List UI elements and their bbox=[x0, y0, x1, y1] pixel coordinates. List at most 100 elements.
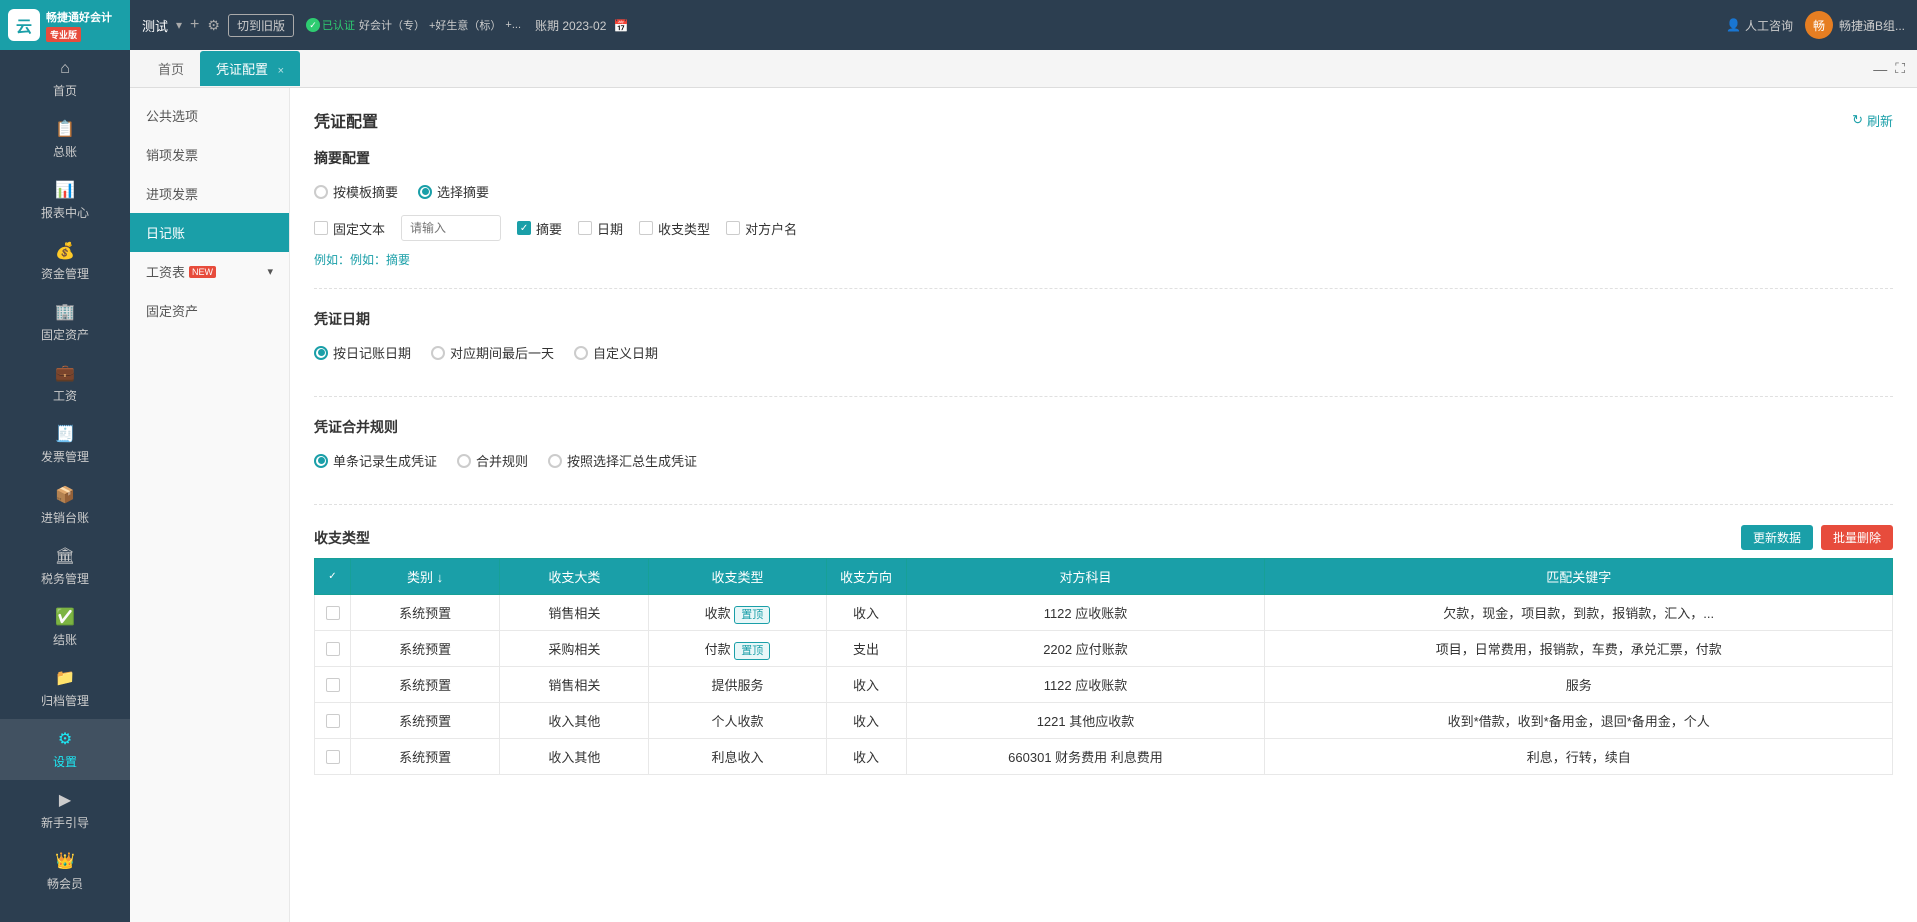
logo-sub-badge: 专业版 bbox=[46, 27, 81, 42]
topbar-version-button[interactable]: 切到旧版 bbox=[228, 14, 294, 37]
tab-home[interactable]: 首页 bbox=[142, 51, 200, 86]
merge-radio-single[interactable]: 单条记录生成凭证 bbox=[314, 451, 437, 470]
checkbox-date[interactable]: 日期 bbox=[578, 219, 623, 238]
summary-section: 摘要配置 按模板摘要 选择摘要 bbox=[314, 148, 1893, 289]
sidebar-label-tax: 税务管理 bbox=[41, 570, 89, 587]
row-checkbox-3[interactable] bbox=[315, 703, 351, 739]
topbar-user-btn[interactable]: 畅 畅捷通B组... bbox=[1805, 11, 1905, 39]
th-big-category: 收支大类 bbox=[500, 559, 649, 595]
batch-delete-btn[interactable]: 批量删除 bbox=[1821, 525, 1893, 550]
sidebar-item-ledger[interactable]: 📋 总账 bbox=[0, 109, 130, 170]
left-nav-item-public[interactable]: 公共选项 bbox=[130, 96, 289, 135]
tab-close-btn[interactable]: × bbox=[278, 65, 284, 77]
row-check-box-1[interactable] bbox=[326, 642, 340, 656]
th-keywords: 匹配关键字 bbox=[1265, 559, 1893, 595]
refresh-btn[interactable]: ↻ 刷新 bbox=[1852, 111, 1893, 130]
sidebar-item-assets[interactable]: 🏢 固定资产 bbox=[0, 292, 130, 353]
date-radio-last-day[interactable]: 对应期间最后一天 bbox=[431, 343, 554, 362]
row-check-box-2[interactable] bbox=[326, 678, 340, 692]
summary-radio-template[interactable]: 按模板摘要 bbox=[314, 182, 398, 201]
row-subject-4: 660301 财务费用 利息费用 bbox=[906, 739, 1265, 775]
tab-voucher-config[interactable]: 凭证配置 × bbox=[200, 51, 300, 86]
merge-radio-circle-1 bbox=[314, 454, 328, 468]
table-section-header: 收支类型 更新数据 批量删除 bbox=[314, 525, 1893, 550]
left-nav-item-journal[interactable]: 日记账 bbox=[130, 213, 289, 252]
checkbox-income-type-box bbox=[639, 221, 653, 235]
topbar-gear-icon[interactable]: ⚙ bbox=[207, 17, 220, 34]
checkbox-income-type[interactable]: 收支类型 bbox=[639, 219, 710, 238]
summary-radio-select[interactable]: 选择摘要 bbox=[418, 182, 489, 201]
sidebar-label-home: 首页 bbox=[53, 82, 77, 99]
sidebar-items-container: ⌂ 首页 📋 总账 📊 报表中心 💰 资金管理 🏢 固定资产 💼 工资 🧾 发票… bbox=[0, 50, 130, 902]
sidebar-item-home[interactable]: ⌂ 首页 bbox=[0, 50, 130, 109]
sidebar-label-invoice: 发票管理 bbox=[41, 448, 89, 465]
sidebar-icon-archive: 📁 bbox=[55, 668, 75, 688]
checkbox-summary[interactable]: ✓ 摘要 bbox=[517, 219, 562, 238]
date-radio-custom[interactable]: 自定义日期 bbox=[574, 343, 658, 362]
left-nav-label-journal: 日记账 bbox=[146, 223, 185, 242]
sidebar-icon-tax: 🏛 bbox=[55, 546, 75, 566]
left-nav-item-payroll[interactable]: 工资表NEW▾ bbox=[130, 252, 289, 291]
checkbox-counterparty[interactable]: 对方户名 bbox=[726, 219, 797, 238]
sidebar-item-tax[interactable]: 🏛 税务管理 bbox=[0, 536, 130, 597]
sidebar-label-report: 报表中心 bbox=[41, 204, 89, 221]
sidebar-item-settings[interactable]: ⚙ 设置 bbox=[0, 719, 130, 780]
sidebar-item-salary[interactable]: 💼 工资 bbox=[0, 353, 130, 414]
sidebar-icon-invoice: 🧾 bbox=[55, 424, 75, 444]
topbar-consult-btn[interactable]: 👤 人工咨询 bbox=[1726, 17, 1793, 34]
type-tag-0[interactable]: 置顶 bbox=[734, 606, 770, 624]
topbar-tag-1: 好会计（专） bbox=[359, 17, 425, 33]
left-nav-item-fixed_assets[interactable]: 固定资产 bbox=[130, 291, 289, 330]
tab-actions: — ⛶ bbox=[1873, 60, 1905, 77]
update-data-btn[interactable]: 更新数据 bbox=[1741, 525, 1813, 550]
sidebar-label-fund: 资金管理 bbox=[41, 265, 89, 282]
row-checkbox-4[interactable] bbox=[315, 739, 351, 775]
sidebar-item-member[interactable]: 👑 畅会员 bbox=[0, 841, 130, 902]
topbar: 测试 ▾ + ⚙ 切到旧版 ✓ 已认证 好会计（专） +好生意（标） +... … bbox=[130, 0, 1917, 50]
date-radio-journal[interactable]: 按日记账日期 bbox=[314, 343, 411, 362]
row-check-box-0[interactable] bbox=[326, 606, 340, 620]
checkbox-fixed-text[interactable]: 固定文本 bbox=[314, 219, 385, 238]
left-nav-item-purchase[interactable]: 进项发票 bbox=[130, 174, 289, 213]
row-category-2: 系统预置 bbox=[351, 667, 500, 703]
tab-minimize-btn[interactable]: — bbox=[1873, 61, 1887, 77]
tab-maximize-btn[interactable]: ⛶ bbox=[1895, 60, 1905, 77]
topbar-calendar-icon[interactable]: 📅 bbox=[614, 19, 629, 33]
row-type-1: 付款 置顶 bbox=[649, 631, 826, 667]
merge-radio-rule[interactable]: 合并规则 bbox=[457, 451, 528, 470]
row-subject-2: 1122 应收账款 bbox=[906, 667, 1265, 703]
sidebar-item-report[interactable]: 📊 报表中心 bbox=[0, 170, 130, 231]
sidebar-label-salary: 工资 bbox=[53, 387, 77, 404]
summary-radio-group: 按模板摘要 选择摘要 bbox=[314, 182, 1893, 201]
row-checkbox-1[interactable] bbox=[315, 631, 351, 667]
sidebar-item-purchase[interactable]: 📦 进销台账 bbox=[0, 475, 130, 536]
row-checkbox-2[interactable] bbox=[315, 667, 351, 703]
merge-radio-summary[interactable]: 按照选择汇总生成凭证 bbox=[548, 451, 697, 470]
row-check-box-3[interactable] bbox=[326, 714, 340, 728]
sidebar: 云 畅捷通好会计 专业版 ⌂ 首页 📋 总账 📊 报表中心 💰 资金管理 🏢 固… bbox=[0, 0, 130, 922]
sidebar-logo: 云 畅捷通好会计 专业版 bbox=[0, 0, 130, 50]
consult-icon: 👤 bbox=[1726, 18, 1741, 32]
merge-section-title: 凭证合并规则 bbox=[314, 417, 1893, 437]
sidebar-icon-home: ⌂ bbox=[60, 60, 70, 78]
select-all-checkbox[interactable]: ✓ bbox=[326, 570, 340, 584]
sidebar-label-member: 畅会员 bbox=[47, 875, 83, 892]
sidebar-label-guide: 新手引导 bbox=[41, 814, 89, 831]
sidebar-item-guide[interactable]: ▶ 新手引导 bbox=[0, 780, 130, 841]
left-nav-label-fixed_assets: 固定资产 bbox=[146, 301, 198, 320]
left-nav-label-payroll: 工资表 bbox=[146, 262, 185, 281]
type-tag-1[interactable]: 置顶 bbox=[734, 642, 770, 660]
topbar-dropdown-icon[interactable]: ▾ bbox=[176, 18, 182, 32]
right-content: 凭证配置 ↻ 刷新 摘要配置 按模板摘要 bbox=[290, 88, 1917, 922]
sidebar-item-invoice[interactable]: 🧾 发票管理 bbox=[0, 414, 130, 475]
sidebar-icon-settings: ⚙ bbox=[58, 729, 72, 749]
left-nav-item-sales[interactable]: 销项发票 bbox=[130, 135, 289, 174]
fixed-text-input[interactable] bbox=[401, 215, 501, 241]
row-check-box-4[interactable] bbox=[326, 750, 340, 764]
sidebar-item-archive[interactable]: 📁 归档管理 bbox=[0, 658, 130, 719]
sidebar-item-close[interactable]: ✅ 结账 bbox=[0, 597, 130, 658]
sidebar-item-fund[interactable]: 💰 资金管理 bbox=[0, 231, 130, 292]
topbar-add-btn[interactable]: + bbox=[190, 16, 199, 34]
left-nav-label-purchase: 进项发票 bbox=[146, 184, 198, 203]
row-checkbox-0[interactable] bbox=[315, 595, 351, 631]
